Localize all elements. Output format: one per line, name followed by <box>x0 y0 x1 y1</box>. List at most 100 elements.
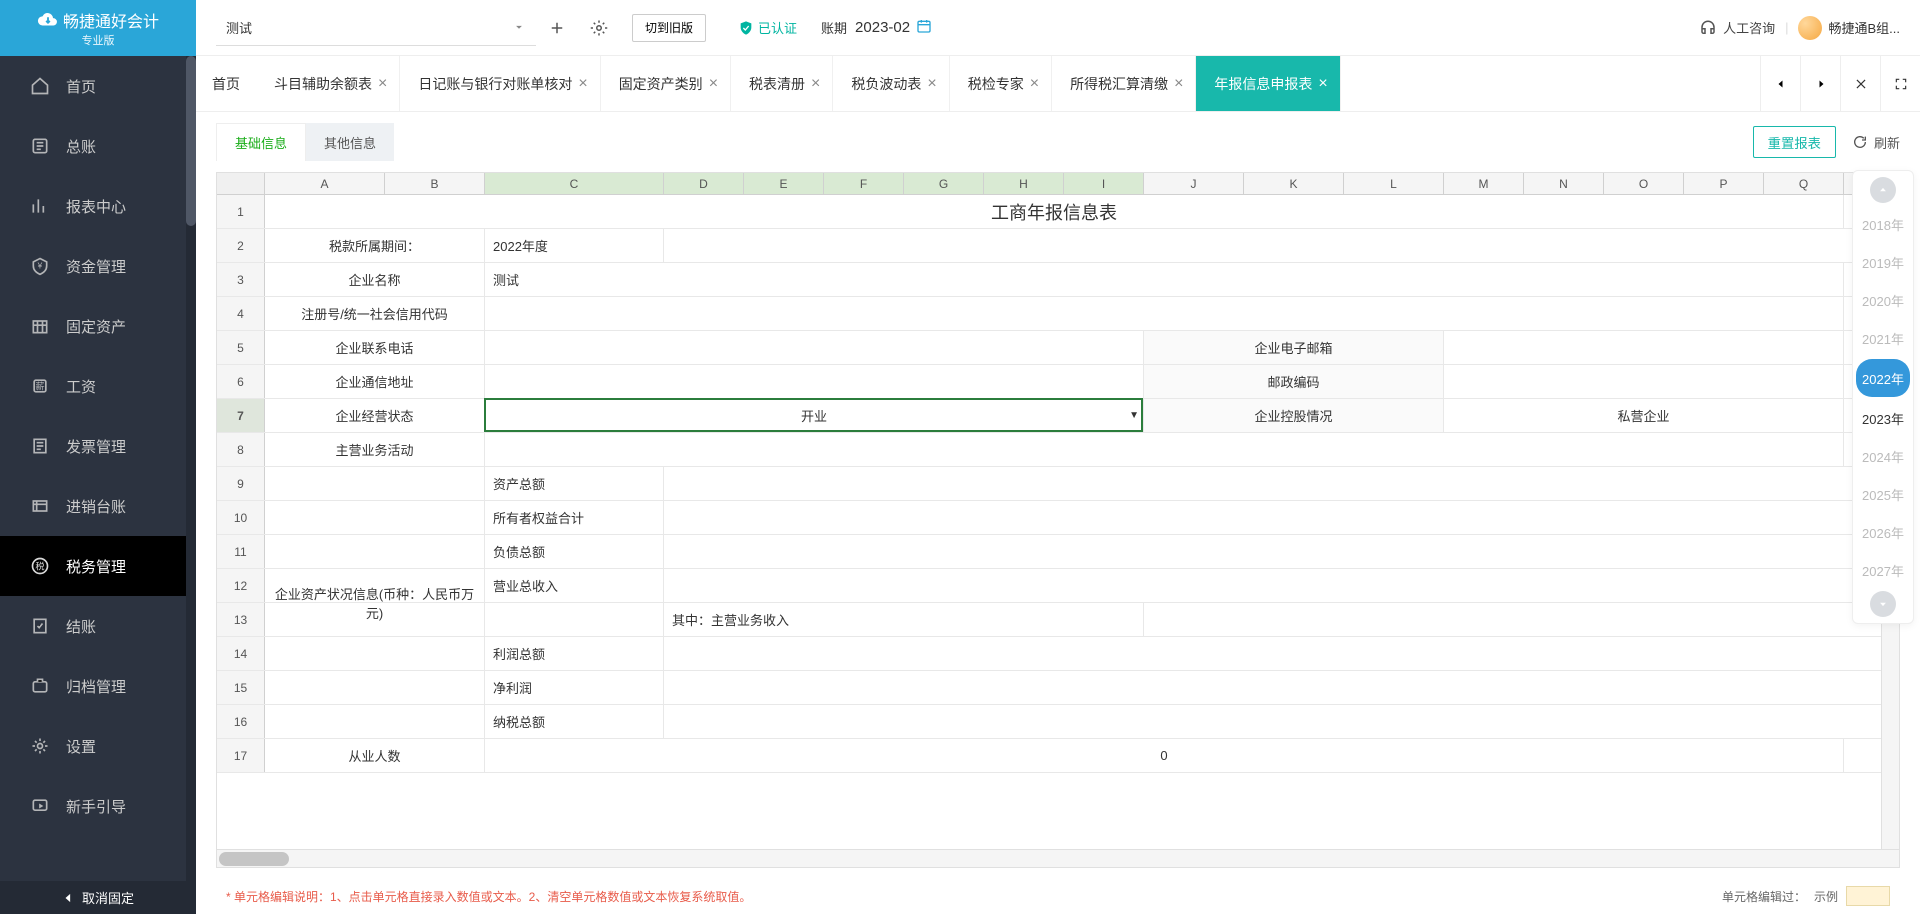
year-scroll-up[interactable] <box>1870 177 1896 203</box>
year-option[interactable]: 2020年 <box>1853 281 1913 319</box>
employees-value[interactable]: 0 <box>485 739 1844 772</box>
user-menu[interactable]: 畅捷通B组... <box>1798 16 1900 40</box>
year-option[interactable]: 2026年 <box>1853 513 1913 551</box>
row-header[interactable]: 3 <box>217 263 265 296</box>
tab-3[interactable]: 税表清册× <box>731 56 833 111</box>
address-value[interactable] <box>485 365 1144 398</box>
tab-close[interactable]: × <box>1174 75 1183 93</box>
email-value[interactable] <box>1444 331 1844 364</box>
col-header-F[interactable]: F <box>824 173 904 194</box>
col-header-A[interactable]: A <box>265 173 385 194</box>
col-header-M[interactable]: M <box>1444 173 1524 194</box>
year-option[interactable]: 2022年 <box>1856 359 1910 397</box>
col-header-N[interactable]: N <box>1524 173 1604 194</box>
settings-button[interactable] <box>584 13 614 43</box>
select-all-corner[interactable] <box>217 173 265 194</box>
row-header[interactable]: 11 <box>217 535 265 568</box>
row-header[interactable]: 16 <box>217 705 265 738</box>
tab-other-info[interactable]: 其他信息 <box>306 123 394 161</box>
refresh-button[interactable]: 刷新 <box>1852 133 1900 152</box>
col-header-C[interactable]: C <box>485 173 664 194</box>
tab-close[interactable]: × <box>1030 75 1039 93</box>
reg-code-value[interactable] <box>485 297 1844 330</box>
row-header[interactable]: 7 <box>217 399 265 432</box>
company-name-value[interactable]: 测试 <box>485 263 1844 296</box>
reset-report-button[interactable]: 重置报表 <box>1753 126 1836 158</box>
calendar-icon[interactable] <box>916 18 932 37</box>
col-header-L[interactable]: L <box>1344 173 1444 194</box>
sidebar-item-3[interactable]: ¥资金管理 <box>0 236 196 296</box>
tab-home[interactable]: 首页 <box>196 56 256 111</box>
tab-basic-info[interactable]: 基础信息 <box>216 123 306 161</box>
row-header[interactable]: 12 <box>217 569 265 602</box>
year-option[interactable]: 2023年 <box>1853 399 1913 437</box>
close-all-tabs[interactable] <box>1840 56 1880 111</box>
row-header[interactable]: 2 <box>217 229 265 262</box>
period-value[interactable]: 2023-02 <box>855 19 910 36</box>
col-header-E[interactable]: E <box>744 173 824 194</box>
year-option[interactable]: 2024年 <box>1853 437 1913 475</box>
row-header[interactable]: 6 <box>217 365 265 398</box>
company-selector[interactable]: 测试 <box>216 10 536 46</box>
main-biz-value[interactable] <box>485 433 1844 466</box>
switch-old-version-button[interactable]: 切到旧版 <box>632 14 706 42</box>
sidebar-item-8[interactable]: 税税务管理 <box>0 536 196 596</box>
col-header-B[interactable]: B <box>385 173 485 194</box>
tab-close[interactable]: × <box>709 75 718 93</box>
sidebar-item-0[interactable]: 首页 <box>0 56 196 116</box>
sidebar-item-5[interactable]: 薪工资 <box>0 356 196 416</box>
sidebar-item-9[interactable]: 结账 <box>0 596 196 656</box>
year-option[interactable]: 2019年 <box>1853 243 1913 281</box>
tab-2[interactable]: 固定资产类别× <box>601 56 731 111</box>
col-header-J[interactable]: J <box>1144 173 1244 194</box>
fullscreen-button[interactable] <box>1880 56 1920 111</box>
row-header[interactable]: 4 <box>217 297 265 330</box>
row-header[interactable]: 15 <box>217 671 265 704</box>
sheet-hscroll-thumb[interactable] <box>219 852 289 866</box>
tab-close[interactable]: × <box>1318 75 1327 93</box>
year-option[interactable]: 2018年 <box>1853 205 1913 243</box>
col-header-G[interactable]: G <box>904 173 984 194</box>
col-header-P[interactable]: P <box>1684 173 1764 194</box>
tab-close[interactable]: × <box>811 75 820 93</box>
year-scroll-down[interactable] <box>1870 591 1896 617</box>
row-header[interactable]: 14 <box>217 637 265 670</box>
col-header-Q[interactable]: Q <box>1764 173 1844 194</box>
row-header[interactable]: 1 <box>217 195 265 228</box>
row-header[interactable]: 9 <box>217 467 265 500</box>
tab-1[interactable]: 日记账与银行对账单核对× <box>400 56 600 111</box>
sheet-horizontal-scrollbar[interactable] <box>217 849 1899 867</box>
consult-link[interactable]: 人工咨询 <box>1699 18 1775 37</box>
col-header-H[interactable]: H <box>984 173 1064 194</box>
row-header[interactable]: 5 <box>217 331 265 364</box>
tab-6[interactable]: 所得税汇算清缴× <box>1052 56 1196 111</box>
phone-value[interactable] <box>485 331 1144 364</box>
row-header[interactable]: 8 <box>217 433 265 466</box>
tab-4[interactable]: 税负波动表× <box>833 56 949 111</box>
sidebar-item-11[interactable]: 设置 <box>0 716 196 776</box>
zip-value[interactable] <box>1444 365 1844 398</box>
tab-0[interactable]: 斗目辅助余额表× <box>256 56 400 111</box>
col-header-O[interactable]: O <box>1604 173 1684 194</box>
sidebar-item-7[interactable]: 进销台账 <box>0 476 196 536</box>
year-option[interactable]: 2025年 <box>1853 475 1913 513</box>
row-header[interactable]: 13 <box>217 603 265 636</box>
sidebar-item-4[interactable]: 固定资产 <box>0 296 196 356</box>
tab-close[interactable]: × <box>578 75 587 93</box>
status-dropdown[interactable]: 开业▼ <box>485 399 1144 432</box>
year-option[interactable]: 2027年 <box>1853 551 1913 589</box>
tab-scroll-left[interactable] <box>1760 56 1800 111</box>
year-option[interactable]: 2021年 <box>1853 319 1913 357</box>
tab-close[interactable]: × <box>378 75 387 93</box>
row-header[interactable]: 10 <box>217 501 265 534</box>
tab-close[interactable]: × <box>927 75 936 93</box>
sidebar-item-12[interactable]: 新手引导 <box>0 776 196 836</box>
sidebar-scrollbar-thumb[interactable] <box>186 56 196 226</box>
tab-scroll-right[interactable] <box>1800 56 1840 111</box>
tab-7[interactable]: 年报信息申报表× <box>1196 56 1340 111</box>
tab-5[interactable]: 税检专家× <box>950 56 1052 111</box>
col-header-I[interactable]: I <box>1064 173 1144 194</box>
col-header-K[interactable]: K <box>1244 173 1344 194</box>
add-button[interactable] <box>542 13 572 43</box>
col-header-D[interactable]: D <box>664 173 744 194</box>
